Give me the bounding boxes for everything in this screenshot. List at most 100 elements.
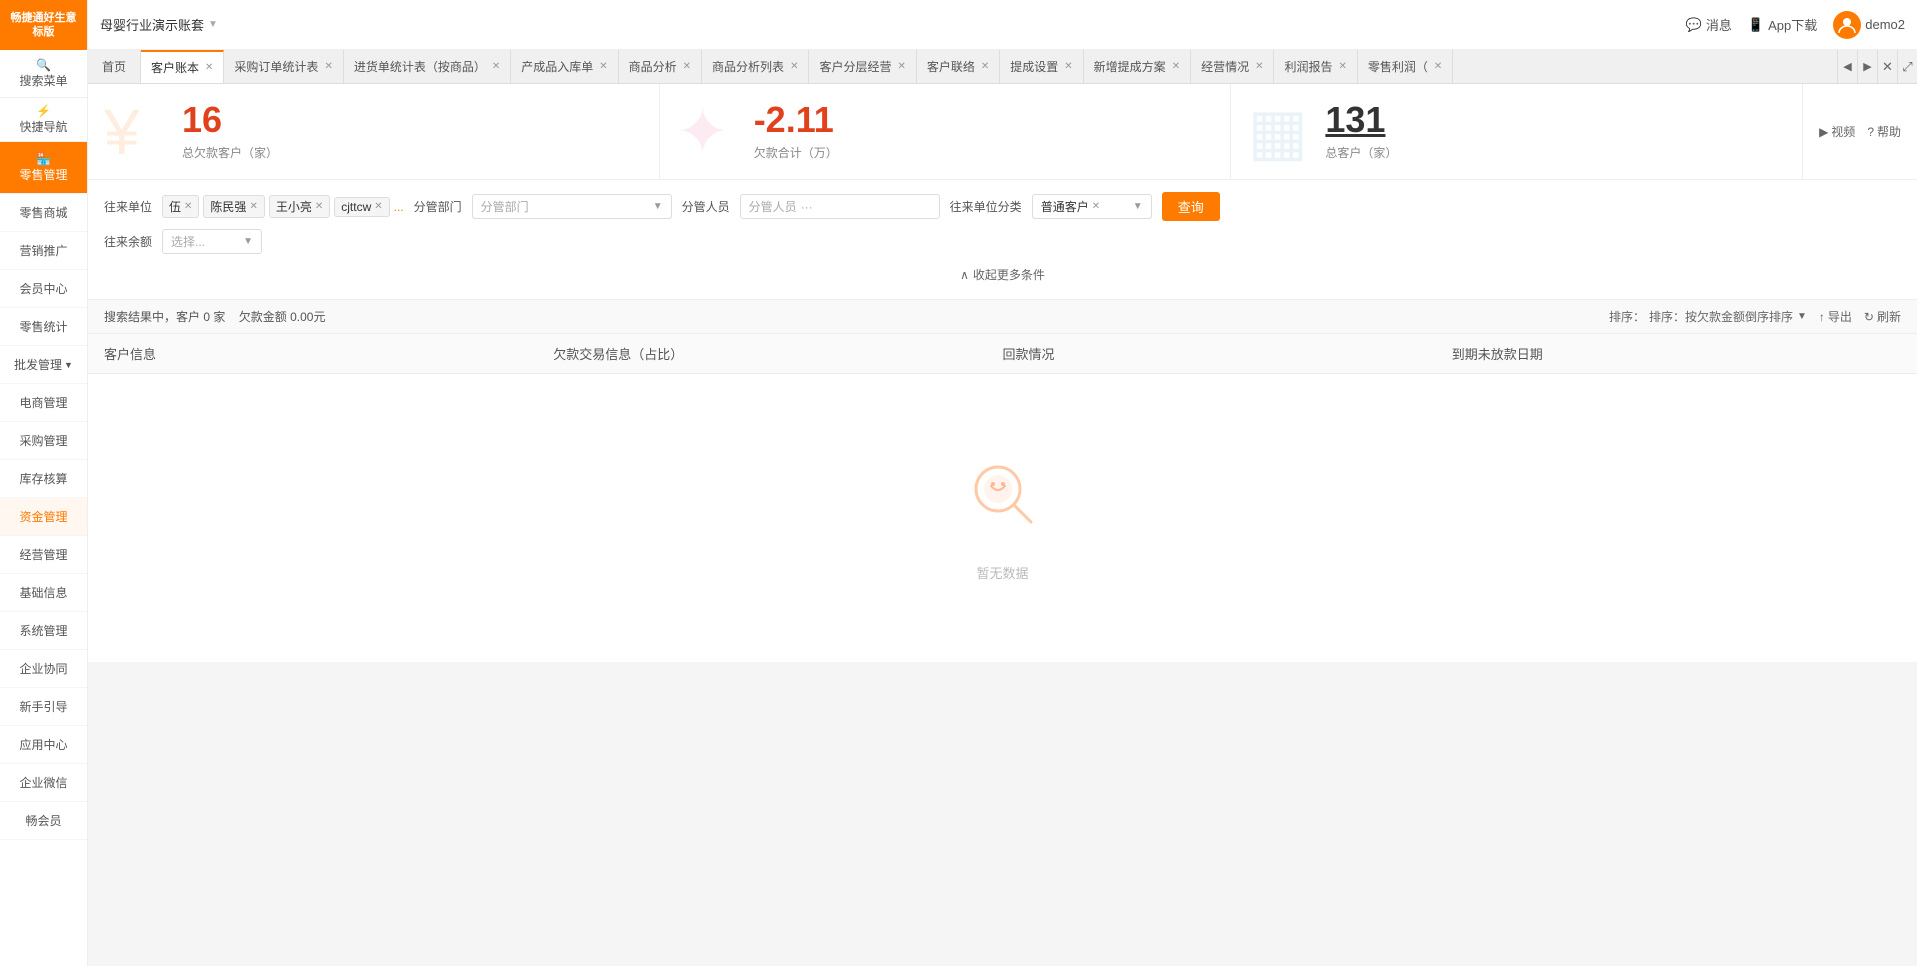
sidebar-item-purchase-mgmt[interactable]: 采购管理 — [0, 422, 87, 460]
tab-customer-contact-close[interactable]: ✕ — [981, 61, 989, 72]
debt-total-bg-icon: ✦ — [676, 94, 730, 169]
sidebar-item-vip-member[interactable]: 畅会员 — [0, 802, 87, 840]
unit-tag-1-close[interactable]: ✕ — [249, 201, 257, 212]
refresh-button[interactable]: ↻ 刷新 — [1864, 308, 1901, 325]
unit-tag-2[interactable]: 王小亮 ✕ — [269, 195, 330, 218]
tab-customer-contact[interactable]: 客户联络 ✕ — [917, 50, 1000, 84]
unit-class-filter-label: 往来单位分类 — [950, 198, 1022, 215]
video-help-button[interactable]: ▶ 视频 — [1819, 123, 1855, 140]
tab-customer-tier-close[interactable]: ✕ — [897, 61, 905, 72]
sidebar-item-wholesale-mgmt[interactable]: 批发管理 ▼ — [0, 346, 87, 384]
main-area: 母婴行业演示账套 ▼ 💬 消息 📱 App下载 demo2 首页 — [88, 0, 1917, 966]
sidebar-item-marketing[interactable]: 营销推广 — [0, 232, 87, 270]
tab-purchase-order[interactable]: 采购订单统计表 ✕ — [224, 50, 343, 84]
sidebar-item-enterprise-wechat[interactable]: 企业微信 — [0, 764, 87, 802]
export-button[interactable]: ↑ 导出 — [1819, 308, 1852, 325]
unit-tag-0[interactable]: 伍 ✕ — [162, 195, 199, 218]
org-selector[interactable]: 母婴行业演示账套 ▼ — [100, 15, 218, 34]
user-name: demo2 — [1865, 17, 1905, 32]
tab-inbound-stats[interactable]: 进货单统计表（按商品） ✕ — [344, 50, 511, 84]
tab-reminder-settings[interactable]: 提成设置 ✕ — [1000, 50, 1083, 84]
tab-goods-analysis[interactable]: 商品分析 ✕ — [619, 50, 702, 84]
tab-purchase-order-close[interactable]: ✕ — [324, 61, 332, 72]
tab-retail-profit[interactable]: 零售利润（ ✕ — [1358, 50, 1453, 84]
unit-class-tag-0-close[interactable]: ✕ — [1092, 201, 1100, 212]
message-icon: 💬 — [1686, 17, 1702, 33]
tab-new-achievement[interactable]: 新增提成方案 ✕ — [1084, 50, 1191, 84]
total-customers-label: 总客户（家） — [1325, 144, 1397, 161]
sidebar-item-inventory[interactable]: 库存核算 — [0, 460, 87, 498]
sidebar-item-finance[interactable]: 资金管理 — [0, 498, 87, 536]
tab-customer-tier[interactable]: 客户分层经营 ✕ — [809, 50, 916, 84]
sidebar-item-enterprise-collab[interactable]: 企业协同 — [0, 650, 87, 688]
user-menu[interactable]: demo2 — [1833, 11, 1905, 39]
sidebar-logo: 畅捷通好生意 标版 — [0, 0, 87, 50]
debt-total-label: 欠款合计（万） — [754, 144, 838, 161]
tab-expand[interactable]: ⤢ — [1897, 50, 1917, 84]
unit-tag-0-close[interactable]: ✕ — [184, 201, 192, 212]
sidebar-item-retail-mgmt[interactable]: 🏪 零售管理 — [0, 142, 87, 194]
results-summary: 搜索结果中，客户 0 家 欠款金额 0.00元 — [104, 308, 325, 325]
tab-retail-profit-close[interactable]: ✕ — [1434, 61, 1442, 72]
org-name: 母婴行业演示账套 — [100, 15, 204, 34]
topbar-right: 💬 消息 📱 App下载 demo2 — [1686, 11, 1905, 39]
sidebar-item-retail-mall[interactable]: 零售商城 — [0, 194, 87, 232]
tab-product-inbound-close[interactable]: ✕ — [599, 61, 607, 72]
collapse-button[interactable]: ∧ 收起更多条件 — [952, 262, 1053, 287]
unit-tag-3[interactable]: cjttcw ✕ — [334, 197, 389, 217]
person-selector[interactable]: 分管人员 ··· — [740, 194, 940, 219]
tab-operation-status[interactable]: 经营情况 ✕ — [1191, 50, 1274, 84]
home-tab-label: 首页 — [102, 58, 126, 75]
sidebar-item-basic-info[interactable]: 基础信息 — [0, 574, 87, 612]
tab-reminder-settings-close[interactable]: ✕ — [1064, 61, 1072, 72]
tab-home[interactable]: 首页 — [88, 50, 141, 84]
tab-customer-book-label: 客户账本 — [151, 59, 199, 76]
sidebar-item-operations[interactable]: 经营管理 — [0, 536, 87, 574]
sidebar-item-new-guide[interactable]: 新手引导 — [0, 688, 87, 726]
sidebar-item-member-center[interactable]: 会员中心 — [0, 270, 87, 308]
tab-inbound-stats-close[interactable]: ✕ — [492, 61, 500, 72]
tab-scroll-right[interactable]: ▶ — [1857, 50, 1877, 84]
download-icon: 📱 — [1748, 17, 1764, 33]
sidebar-item-retail-stats[interactable]: 零售统计 — [0, 308, 87, 346]
sidebar-item-quick-nav[interactable]: ⚡ 快捷导航 — [0, 98, 87, 142]
tab-profit-report[interactable]: 利润报告 ✕ — [1274, 50, 1357, 84]
filter-area: 往来单位 伍 ✕ 陈民强 ✕ 王小亮 ✕ cjttcw — [88, 180, 1917, 300]
balance-selector[interactable]: 选择... ▼ — [162, 229, 262, 254]
dept-selector[interactable]: 分管部门 ▼ — [472, 194, 672, 219]
query-button[interactable]: 查询 — [1162, 192, 1220, 221]
message-label: 消息 — [1706, 15, 1732, 34]
tab-operation-status-close[interactable]: ✕ — [1255, 61, 1263, 72]
sidebar-item-search[interactable]: 🔍 搜索菜单 — [0, 50, 87, 98]
table-col-overdue-date: 到期未放款日期 — [1452, 344, 1901, 363]
tabbar-arrows: ◀ ▶ ✕ ⤢ — [1837, 50, 1917, 84]
tab-close-all[interactable]: ✕ — [1877, 50, 1897, 84]
tab-product-inbound[interactable]: 产成品入库单 ✕ — [511, 50, 618, 84]
data-table: 客户信息 欠款交易信息（占比） 回款情况 到期未放款日期 — [88, 334, 1917, 662]
sidebar-item-app-center[interactable]: 应用中心 — [0, 726, 87, 764]
unit-tag-more[interactable]: ... — [394, 200, 404, 214]
sort-selector[interactable]: 排序： 排序：按欠款金额倒序排序 ▼ — [1609, 308, 1807, 325]
tab-customer-book[interactable]: 客户账本 ✕ — [141, 50, 224, 84]
tab-customer-book-close[interactable]: ✕ — [205, 62, 213, 73]
table-col-customer-info: 客户信息 — [104, 344, 553, 363]
tab-new-achievement-close[interactable]: ✕ — [1172, 61, 1180, 72]
tab-goods-analysis-list-close[interactable]: ✕ — [790, 61, 798, 72]
help-button[interactable]: ? 帮助 — [1867, 123, 1901, 140]
tab-profit-report-close[interactable]: ✕ — [1339, 61, 1347, 72]
content-area: ¥ 16 总欠款客户（家） ✦ -2.11 欠款合计（万） ▦ 131 总客户（… — [88, 84, 1917, 966]
person-more-icon[interactable]: ··· — [801, 200, 813, 214]
retail-mgmt-icon: 🏪 — [6, 152, 81, 166]
sidebar-item-ecommerce[interactable]: 电商管理 — [0, 384, 87, 422]
tab-goods-analysis-list[interactable]: 商品分析列表 ✕ — [702, 50, 809, 84]
avatar — [1833, 11, 1861, 39]
tab-scroll-left[interactable]: ◀ — [1837, 50, 1857, 84]
tab-goods-analysis-close[interactable]: ✕ — [683, 61, 691, 72]
unit-tag-3-close[interactable]: ✕ — [374, 201, 382, 212]
sidebar-item-system-mgmt[interactable]: 系统管理 — [0, 612, 87, 650]
app-download-button[interactable]: 📱 App下载 — [1748, 15, 1817, 34]
message-button[interactable]: 💬 消息 — [1686, 15, 1732, 34]
unit-tag-1[interactable]: 陈民强 ✕ — [203, 195, 264, 218]
unit-class-selector[interactable]: 普通客户 ✕ ▼ — [1032, 194, 1152, 219]
unit-tag-2-close[interactable]: ✕ — [315, 201, 323, 212]
